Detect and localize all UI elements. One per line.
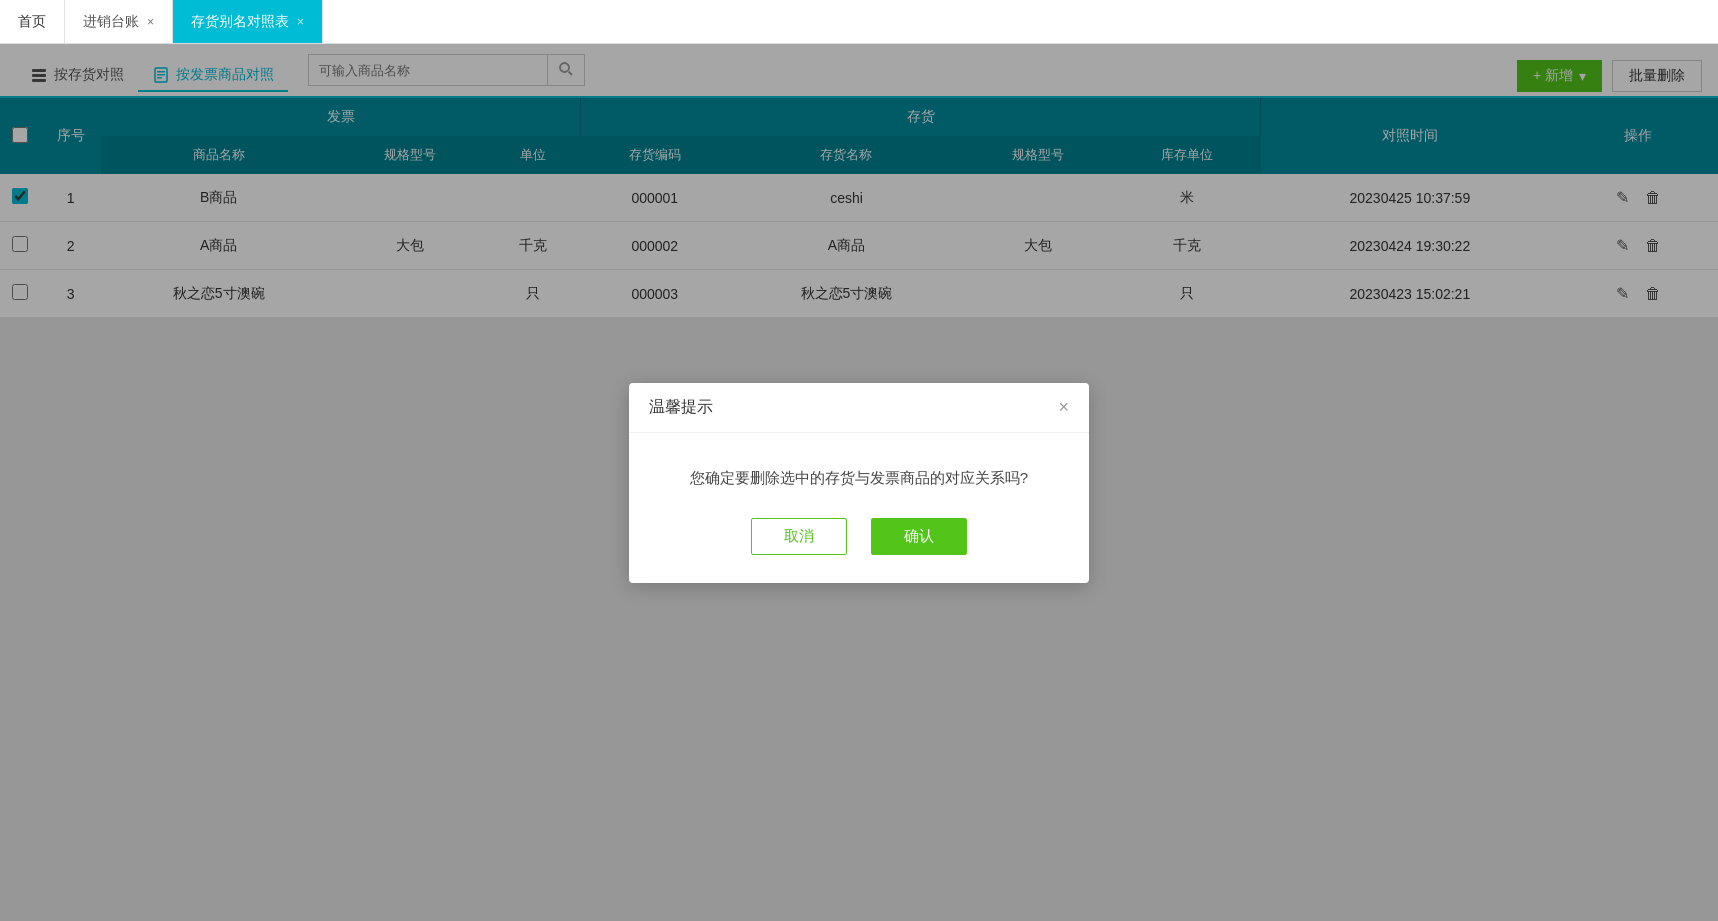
tab-bar: 首页 进销台账 × 存货别名对照表 × [0, 0, 1718, 44]
modal-message: 您确定要删除选中的存货与发票商品的对应关系吗? [690, 469, 1028, 486]
modal-title: 温馨提示 [649, 397, 713, 418]
tab-inventory-alias-close[interactable]: × [297, 15, 304, 29]
tab-inventory-alias-label: 存货别名对照表 [191, 13, 289, 31]
modal-footer: 取消 确认 [629, 518, 1089, 583]
tab-journal[interactable]: 进销台账 × [65, 0, 173, 43]
tab-journal-close[interactable]: × [147, 15, 154, 29]
modal-header: 温馨提示 × [629, 383, 1089, 433]
confirm-modal: 温馨提示 × 您确定要删除选中的存货与发票商品的对应关系吗? 取消 确认 [629, 383, 1089, 583]
tab-inventory-alias[interactable]: 存货别名对照表 × [173, 0, 323, 43]
modal-overlay: 温馨提示 × 您确定要删除选中的存货与发票商品的对应关系吗? 取消 确认 [0, 44, 1718, 921]
modal-close-button[interactable]: × [1058, 397, 1069, 418]
modal-cancel-button[interactable]: 取消 [751, 518, 847, 555]
modal-confirm-button[interactable]: 确认 [871, 518, 967, 555]
modal-body: 您确定要删除选中的存货与发票商品的对应关系吗? [629, 433, 1089, 518]
content-area: 按存货对照 按发票商品对照 + 新增 ▾ 批量删除 [0, 44, 1718, 921]
tab-journal-label: 进销台账 [83, 13, 139, 31]
tab-home[interactable]: 首页 [0, 0, 65, 43]
tab-home-label: 首页 [18, 13, 46, 31]
